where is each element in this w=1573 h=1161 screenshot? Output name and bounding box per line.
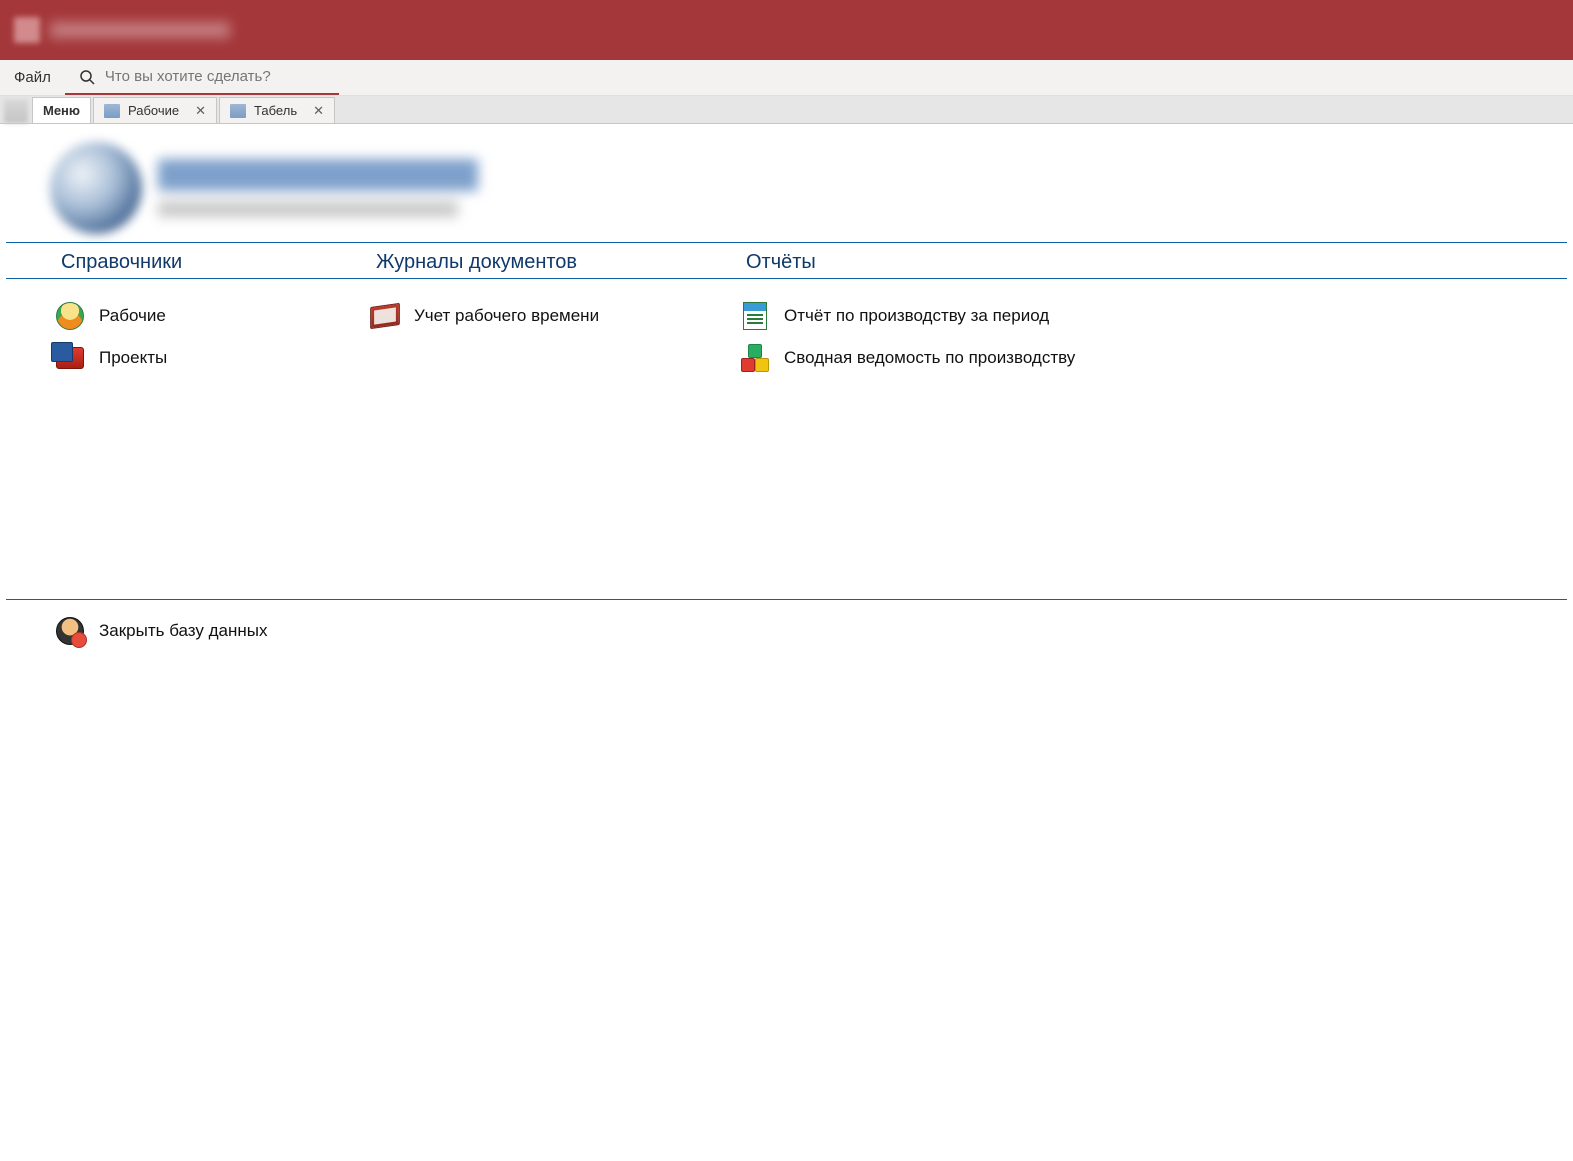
menu-section: Справочники Журналы документов Отчёты [6, 242, 1567, 278]
link-timesheet[interactable]: Учет рабочего времени [370, 295, 740, 337]
search-icon [79, 69, 95, 85]
file-menu-label: Файл [14, 69, 51, 86]
briefcase-icon [55, 343, 85, 373]
link-summary-report[interactable]: Сводная ведомость по производству [740, 337, 1180, 379]
tab-menu[interactable]: Меню [32, 97, 91, 123]
journals-heading: Журналы документов [376, 249, 746, 278]
title-bar [0, 0, 1573, 60]
close-icon[interactable]: ✕ [195, 103, 206, 119]
table-report-icon [740, 301, 770, 331]
tab-label: Табель [254, 103, 297, 118]
directories-heading: Справочники [61, 249, 376, 278]
file-menu[interactable]: Файл [0, 60, 65, 95]
link-label: Отчёт по производству за период [784, 306, 1049, 326]
tab-label: Меню [43, 103, 80, 118]
nav-pane-toggle[interactable] [4, 99, 28, 123]
tab-timesheet[interactable]: Табель ✕ [219, 97, 335, 123]
heading-divider [6, 278, 1567, 279]
book-icon [370, 301, 400, 331]
link-projects[interactable]: Проекты [55, 337, 370, 379]
link-label: Проекты [99, 348, 167, 368]
window-title [50, 22, 230, 38]
main-content: Справочники Журналы документов Отчёты Ра… [0, 124, 1573, 652]
reports-column: Отчёт по производству за период Сводная … [740, 289, 1180, 379]
link-label: Сводная ведомость по производству [784, 348, 1075, 368]
tab-workers[interactable]: Рабочие ✕ [93, 97, 217, 123]
link-label: Рабочие [99, 306, 166, 326]
worker-icon [55, 301, 85, 331]
link-label: Учет рабочего времени [414, 306, 599, 326]
search-input[interactable] [105, 68, 325, 85]
document-tabs: Меню Рабочие ✕ Табель ✕ [0, 96, 1573, 124]
tab-label: Рабочие [128, 103, 179, 118]
link-label: Закрыть базу данных [99, 621, 268, 641]
reports-heading: Отчёты [746, 249, 1186, 278]
directories-column: Рабочие Проекты [0, 289, 370, 379]
journals-column: Учет рабочего времени [370, 289, 740, 379]
form-icon [104, 104, 120, 118]
close-icon[interactable]: ✕ [313, 103, 324, 119]
link-production-report[interactable]: Отчёт по производству за период [740, 295, 1180, 337]
logo-area [0, 134, 1573, 242]
link-workers[interactable]: Рабочие [55, 295, 370, 337]
app-icon [14, 17, 40, 43]
cubes-icon [740, 343, 770, 373]
company-name-block [158, 159, 478, 217]
company-logo [50, 142, 142, 234]
tell-me-search[interactable] [65, 60, 339, 95]
link-close-database[interactable]: Закрыть базу данных [55, 610, 1573, 652]
ribbon: Файл [0, 60, 1573, 96]
form-icon [230, 104, 246, 118]
agent-exit-icon [55, 616, 85, 646]
